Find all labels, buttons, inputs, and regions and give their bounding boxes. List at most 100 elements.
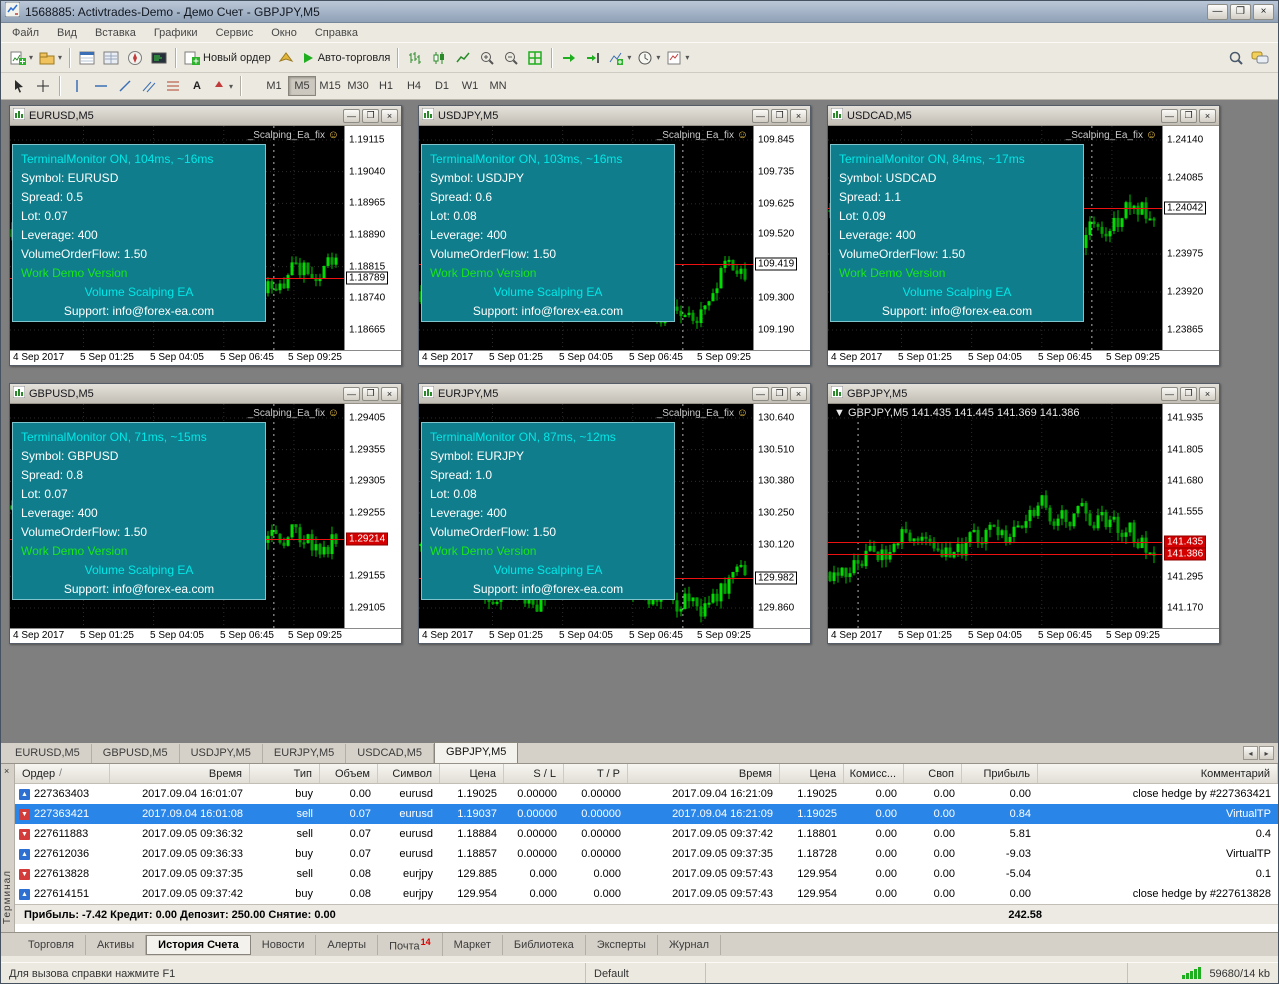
- time-axis[interactable]: 4 Sep 2017 5 Sep 01:25 5 Sep 04:05 5 Sep 06…: [419, 628, 810, 643]
- menu-item[interactable]: Сервис: [207, 25, 263, 41]
- timeframe-m30-button[interactable]: M30: [344, 76, 372, 96]
- chart-window[interactable]: GBPJPY,M5 — ❐ × ▼ GBPJPY,M5 141.435 141.…: [827, 383, 1220, 644]
- chart-plot[interactable]: [828, 404, 1162, 628]
- zoom-out-button[interactable]: [499, 46, 523, 70]
- auto-scroll-button[interactable]: [557, 46, 581, 70]
- chart-restore-button[interactable]: ❐: [771, 386, 788, 401]
- menu-item[interactable]: Справка: [306, 25, 367, 41]
- periods-button[interactable]: ▾: [634, 46, 663, 70]
- chart-titlebar[interactable]: EURUSD,M5 — ❐ ×: [10, 106, 401, 126]
- time-axis[interactable]: 4 Sep 2017 5 Sep 01:25 5 Sep 04:05 5 Sep 06…: [828, 628, 1219, 643]
- cursor-button[interactable]: [7, 74, 31, 98]
- profiles-button[interactable]: ▾: [36, 46, 65, 70]
- new-chart-button[interactable]: ▾: [7, 46, 36, 70]
- history-row[interactable]: ▼ 227611883 2017.09.05 09:36:32 sell 0.07 eur…: [15, 824, 1278, 844]
- terminal-tab-история-счета[interactable]: История Счета: [146, 934, 251, 955]
- price-scale[interactable]: 109.845 109.735 109.625 109.520 109.300 109.1…: [753, 126, 810, 350]
- menu-item[interactable]: Окно: [262, 25, 306, 41]
- chart-tab[interactable]: GBPUSD,M5: [92, 744, 180, 763]
- chart-window[interactable]: EURUSD,M5 — ❐ × TerminalMonitor ON, 104m…: [9, 105, 402, 366]
- chart-window[interactable]: GBPUSD,M5 — ❐ × TerminalMonitor ON, 71ms…: [9, 383, 402, 644]
- column-header[interactable]: Объем: [320, 764, 378, 783]
- chart-restore-button[interactable]: ❐: [771, 108, 788, 123]
- scroll-left-icon[interactable]: ◂: [1243, 746, 1258, 760]
- templates-button[interactable]: ▾: [663, 46, 692, 70]
- chart-restore-button[interactable]: ❐: [362, 108, 379, 123]
- column-header[interactable]: Символ: [378, 764, 440, 783]
- column-header[interactable]: T / P: [564, 764, 628, 783]
- terminal-tab-почта[interactable]: Почта14: [378, 932, 443, 957]
- chart-window[interactable]: USDCAD,M5 — ❐ × TerminalMonitor ON, 84ms…: [827, 105, 1220, 366]
- timeframe-h4-button[interactable]: H4: [400, 76, 428, 96]
- crosshair-button[interactable]: [31, 74, 55, 98]
- smiley-icon[interactable]: ☺: [328, 129, 339, 141]
- candlestick-chart-button[interactable]: [427, 46, 451, 70]
- chart-tab[interactable]: USDJPY,M5: [180, 744, 263, 763]
- text-label-button[interactable]: A: [185, 74, 209, 98]
- price-scale[interactable]: 1.29405 1.29355 1.29305 1.29255 1.29155 1.291…: [344, 404, 401, 628]
- timeframe-w1-button[interactable]: W1: [456, 76, 484, 96]
- menu-item[interactable]: Графики: [145, 25, 207, 41]
- window-close-button[interactable]: ×: [1253, 3, 1274, 20]
- tile-windows-button[interactable]: [523, 46, 547, 70]
- chart-window[interactable]: USDJPY,M5 — ❐ × TerminalMonitor ON, 103m…: [418, 105, 811, 366]
- chart-close-button[interactable]: ×: [1199, 386, 1216, 401]
- column-header[interactable]: Тип: [250, 764, 320, 783]
- metaeditor-button[interactable]: [274, 46, 298, 70]
- column-header[interactable]: Комисс...: [844, 764, 904, 783]
- chart-restore-button[interactable]: ❐: [362, 386, 379, 401]
- smiley-icon[interactable]: ☺: [737, 129, 748, 141]
- smiley-icon[interactable]: ☺: [328, 407, 339, 419]
- market-watch-button[interactable]: [75, 46, 99, 70]
- price-scale[interactable]: 1.19115 1.19040 1.18965 1.18890 1.18815 1.187…: [344, 126, 401, 350]
- chart-restore-button[interactable]: ❐: [1180, 108, 1197, 123]
- column-header[interactable]: S / L: [504, 764, 564, 783]
- column-header[interactable]: Цена: [440, 764, 504, 783]
- terminal-tab-журнал[interactable]: Журнал: [658, 934, 722, 955]
- new-order-button[interactable]: Новый ордер: [181, 46, 274, 70]
- chart-minimize-button[interactable]: —: [1161, 386, 1178, 401]
- history-row[interactable]: ▲ 227363403 2017.09.04 16:01:07 buy 0.00 euru…: [15, 784, 1278, 804]
- price-scale[interactable]: 130.640 130.510 130.380 130.250 130.120 129.8…: [753, 404, 810, 628]
- chart-minimize-button[interactable]: —: [1161, 108, 1178, 123]
- line-chart-button[interactable]: [451, 46, 475, 70]
- chart-close-button[interactable]: ×: [381, 386, 398, 401]
- chart-close-button[interactable]: ×: [381, 108, 398, 123]
- terminal-tab-торговля[interactable]: Торговля: [17, 934, 86, 955]
- menu-item[interactable]: Вид: [48, 25, 86, 41]
- time-axis[interactable]: 4 Sep 2017 5 Sep 01:25 5 Sep 04:05 5 Sep 06…: [419, 350, 810, 365]
- time-axis[interactable]: 4 Sep 2017 5 Sep 01:25 5 Sep 04:05 5 Sep 06…: [10, 628, 401, 643]
- chart-close-button[interactable]: ×: [790, 386, 807, 401]
- chart-titlebar[interactable]: EURJPY,M5 — ❐ ×: [419, 384, 810, 404]
- data-window-button[interactable]: [99, 46, 123, 70]
- column-header[interactable]: Прибыль: [962, 764, 1038, 783]
- terminal-tab-эксперты[interactable]: Эксперты: [586, 934, 658, 955]
- chart-titlebar[interactable]: USDCAD,M5 — ❐ ×: [828, 106, 1219, 126]
- terminal-tab-маркет[interactable]: Маркет: [443, 934, 503, 955]
- chart-titlebar[interactable]: USDJPY,M5 — ❐ ×: [419, 106, 810, 126]
- chart-minimize-button[interactable]: —: [752, 386, 769, 401]
- history-row[interactable]: ▼ 227613828 2017.09.05 09:37:35 sell 0.08 eur…: [15, 864, 1278, 884]
- timeframe-h1-button[interactable]: H1: [372, 76, 400, 96]
- scroll-right-icon[interactable]: ▸: [1259, 746, 1274, 760]
- column-header[interactable]: Время: [628, 764, 780, 783]
- timeframe-m15-button[interactable]: M15: [316, 76, 344, 96]
- timeframe-d1-button[interactable]: D1: [428, 76, 456, 96]
- timeframe-m5-button[interactable]: M5: [288, 76, 317, 96]
- trendline-button[interactable]: [113, 74, 137, 98]
- horizontal-line-button[interactable]: [89, 74, 113, 98]
- status-profile[interactable]: Default: [586, 963, 706, 983]
- chart-titlebar[interactable]: GBPUSD,M5 — ❐ ×: [10, 384, 401, 404]
- time-axis[interactable]: 4 Sep 2017 5 Sep 01:25 5 Sep 04:05 5 Sep 06…: [828, 350, 1219, 365]
- fibonacci-button[interactable]: [161, 74, 185, 98]
- price-scale[interactable]: 141.935 141.805 141.680 141.555 141.295 141.1…: [1162, 404, 1219, 628]
- chart-tab[interactable]: EURUSD,M5: [4, 744, 92, 763]
- community-button[interactable]: [1248, 46, 1272, 70]
- chart-tab[interactable]: GBPJPY,M5: [434, 742, 519, 763]
- terminal-tab-библиотека[interactable]: Библиотека: [503, 934, 586, 955]
- chart-minimize-button[interactable]: —: [752, 108, 769, 123]
- chart-tab[interactable]: USDCAD,M5: [346, 744, 435, 763]
- price-scale[interactable]: 1.24140 1.24085 1.23975 1.23920 1.23865 1.240…: [1162, 126, 1219, 350]
- terminal-tab-новости[interactable]: Новости: [251, 934, 317, 955]
- menu-item[interactable]: Файл: [3, 25, 48, 41]
